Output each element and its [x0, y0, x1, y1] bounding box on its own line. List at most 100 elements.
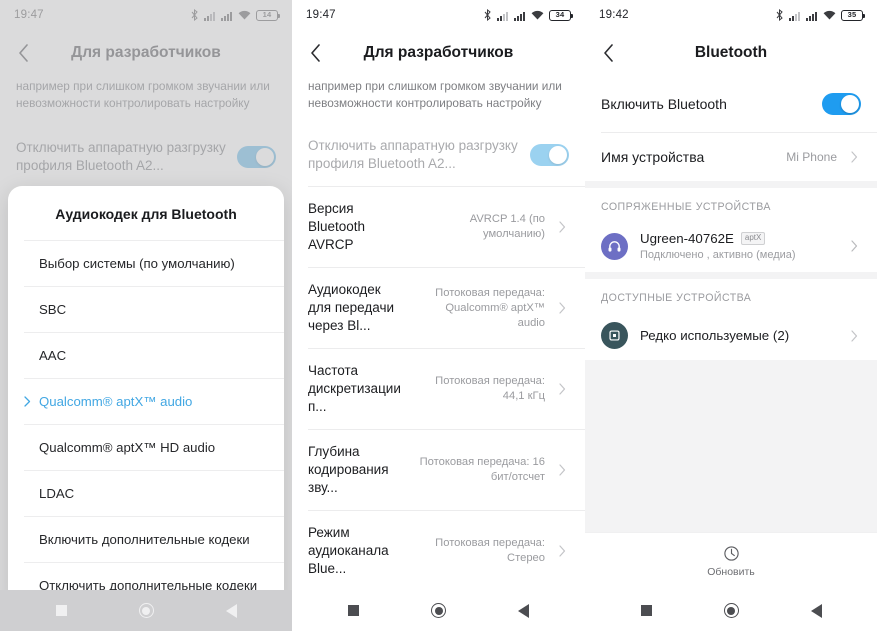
bluetooth-toggle[interactable]: [822, 93, 861, 115]
square-icon[interactable]: [348, 605, 359, 616]
option-label: Выбор системы (по умолчанию): [39, 256, 235, 271]
refresh-label: Обновить: [707, 566, 755, 578]
circle-icon[interactable]: [431, 603, 446, 618]
dialog-option-enable-extra-codecs[interactable]: Включить дополнительные кодеки: [8, 517, 284, 562]
phone-screen-developer-options-list: 19:47 34 Для разработчиков например при …: [292, 0, 585, 631]
paired-device-row[interactable]: Ugreen-40762E aptX Подключено , активно …: [585, 220, 877, 272]
row-label: Глубина кодирования зву...: [308, 444, 389, 495]
row-bluetooth-audio-codec[interactable]: Аудиокодек для передачи через Bl... Пото…: [292, 268, 585, 348]
square-icon[interactable]: [640, 605, 652, 616]
triangle-back-icon[interactable]: [810, 603, 822, 618]
hw-offload-toggle[interactable]: [237, 146, 276, 168]
device-square-icon: [601, 322, 628, 349]
section-header-paired: СОПРЯЖЕННЫЕ УСТРОЙСТВА: [601, 201, 771, 213]
section-gap: [585, 181, 877, 188]
chevron-right-icon: [847, 329, 861, 342]
signal-icon: [221, 11, 232, 21]
back-chevron-icon: [18, 44, 28, 62]
status-icons: 34: [483, 9, 573, 21]
dialog-option-aptx-selected[interactable]: Qualcomm® aptX™ audio: [8, 379, 284, 424]
back-button[interactable]: [292, 30, 338, 76]
bluetooth-icon: [776, 9, 783, 21]
available-device-row[interactable]: Редко используемые (2): [585, 311, 877, 360]
dialog-option-system-default[interactable]: Выбор системы (по умолчанию): [8, 241, 284, 286]
option-label: Включить дополнительные кодеки: [39, 532, 250, 547]
status-time: 19:47: [306, 9, 336, 21]
wifi-icon: [238, 10, 251, 19]
chevron-right-icon: [555, 464, 569, 476]
hw-offload-toggle[interactable]: [530, 144, 569, 166]
device-name-line: Ugreen-40762E aptX: [640, 231, 835, 246]
square-icon[interactable]: [55, 605, 67, 616]
row-label: Частота дискретизации п...: [308, 363, 401, 414]
selected-chevron-icon: [24, 396, 32, 407]
status-time: 19:42: [599, 9, 629, 21]
refresh-button[interactable]: Обновить: [585, 532, 877, 590]
signal-icon: [204, 11, 215, 21]
row-label: Имя устройства: [601, 149, 705, 165]
chevron-right-icon: [555, 383, 569, 395]
row-label: Режим аудиоканала Blue...: [308, 525, 389, 576]
row-label: Аудиокодек для передачи через Bl...: [308, 282, 395, 333]
signal-icon: [806, 11, 817, 21]
navigation-bar: [292, 590, 585, 631]
navigation-bar: [0, 590, 292, 631]
status-icons: 14: [190, 9, 280, 21]
setting-description: например при слишком громком звучании ил…: [308, 79, 562, 110]
row-label: Включить Bluetooth: [601, 96, 727, 112]
circle-icon[interactable]: [723, 603, 739, 618]
battery-icon: 34: [549, 9, 573, 21]
row-value: Mi Phone: [786, 149, 837, 164]
row-disable-hw-offload[interactable]: Отключить аппаратную разгрузку профиля B…: [0, 126, 292, 188]
battery-icon: 35: [841, 9, 865, 21]
row-sample-rate[interactable]: Частота дискретизации п... Потоковая пер…: [292, 349, 585, 429]
row-value: AVRCP 1.4 (по умолчанию): [469, 213, 545, 240]
row-value: Потоковая передача: 16 бит/отсчет: [419, 456, 545, 483]
option-label: SBC: [39, 302, 67, 317]
signal-icon: [497, 11, 508, 21]
dialog-option-aac[interactable]: AAC: [8, 333, 284, 378]
row-label: Отключить аппаратную разгрузку профиля B…: [308, 138, 518, 171]
chevron-right-icon: [555, 545, 569, 557]
dialog-option-ldac[interactable]: LDAC: [8, 471, 284, 516]
bluetooth-icon: [484, 9, 491, 21]
app-bar: Bluetooth: [585, 30, 877, 76]
row-label: Версия Bluetooth AVRCP: [308, 201, 366, 252]
circle-icon[interactable]: [138, 603, 154, 618]
chevron-right-icon: [555, 302, 569, 314]
status-time: 19:47: [14, 9, 44, 21]
back-button[interactable]: [585, 30, 631, 76]
toggle-knob: [549, 146, 567, 164]
row-enable-bluetooth[interactable]: Включить Bluetooth: [585, 76, 877, 132]
option-label: Qualcomm® aptX™ HD audio: [39, 440, 216, 455]
phone-screen-bluetooth-settings: 19:42 35 Bluetooth Включить Bluetooth Им…: [585, 0, 877, 631]
triangle-back-icon[interactable]: [518, 603, 529, 618]
status-icons: 35: [775, 9, 865, 21]
back-chevron-icon: [603, 44, 613, 62]
section-header-available: ДОСТУПНЫЕ УСТРОЙСТВА: [601, 292, 752, 304]
device-settings-chevron-icon[interactable]: [847, 240, 861, 252]
back-button[interactable]: [0, 30, 46, 76]
device-name: Редко используемые (2): [640, 328, 790, 343]
row-value: Потоковая передача: Стерео: [435, 537, 545, 564]
row-value: Потоковая передача: Qualcomm® aptX™ audi…: [435, 286, 545, 329]
row-avrcp-version[interactable]: Версия Bluetooth AVRCP AVRCP 1.4 (по умо…: [292, 187, 585, 267]
audio-codec-dialog: Аудиокодек для Bluetooth Выбор системы (…: [8, 186, 284, 608]
row-bits-per-sample[interactable]: Глубина кодирования зву... Потоковая пер…: [292, 430, 585, 510]
triangle-back-icon[interactable]: [225, 603, 237, 618]
setting-description: например при слишком громком звучании ил…: [16, 79, 270, 110]
toggle-knob: [841, 95, 859, 113]
app-bar: Для разработчиков: [292, 30, 585, 76]
codec-badge: aptX: [740, 232, 766, 245]
section-gap: [585, 272, 877, 279]
dialog-option-aptx-hd[interactable]: Qualcomm® aptX™ HD audio: [8, 425, 284, 470]
device-info: Редко используемые (2): [640, 328, 835, 343]
three-phone-screenshots: 19:47 14 Для разработчиков например при …: [0, 0, 877, 631]
device-name: Ugreen-40762E: [640, 231, 734, 246]
row-device-name[interactable]: Имя устройства Mi Phone: [585, 133, 877, 181]
dialog-option-sbc[interactable]: SBC: [8, 287, 284, 332]
dialog-title: Аудиокодек для Bluetooth: [55, 206, 237, 222]
row-channel-mode[interactable]: Режим аудиоканала Blue... Потоковая пере…: [292, 511, 585, 591]
row-disable-hw-offload[interactable]: Отключить аппаратную разгрузку профиля B…: [292, 124, 585, 186]
wifi-icon: [823, 10, 836, 19]
